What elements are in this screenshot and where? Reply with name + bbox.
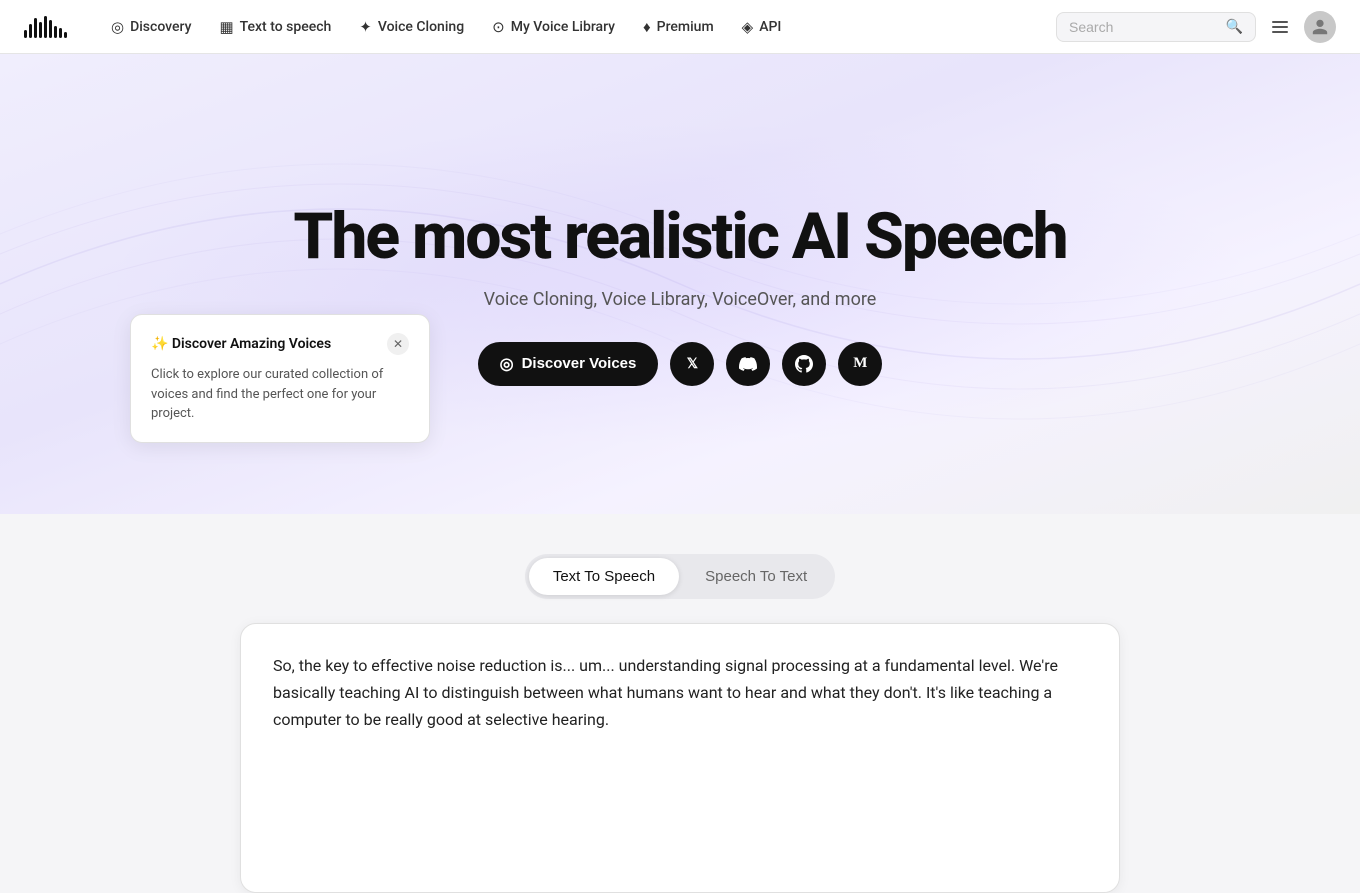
api-icon: ◈ [742,18,754,36]
tts-icon: ▦ [219,18,233,36]
textarea-text[interactable]: So, the key to effective noise reduction… [273,652,1087,734]
voice-cloning-icon: ✦ [359,18,372,36]
nav-item-discovery[interactable]: ◎ Discovery [99,12,203,42]
nav-right: 🔍 [1056,11,1336,43]
navbar: ◎ Discovery ▦ Text to speech ✦ Voice Clo… [0,0,1360,54]
hero-section: The most realistic AI Speech Voice Cloni… [0,54,1360,514]
tab-text-to-speech[interactable]: Text To Speech [529,558,679,595]
medium-button[interactable]: M [838,342,882,386]
twitter-button[interactable]: 𝕏 [670,342,714,386]
nav-item-premium[interactable]: ♦ Premium [631,12,726,42]
tooltip-title: ✨ Discover Amazing Voices [151,336,331,352]
avatar[interactable] [1304,11,1336,43]
nav-item-api[interactable]: ◈ API [730,12,794,42]
hero-title: The most realistic AI Speech [293,202,1066,272]
nav-label-voice-cloning: Voice Cloning [378,19,464,35]
voice-library-icon: ⊙ [492,18,505,36]
discord-button[interactable] [726,342,770,386]
nav-item-text-to-speech[interactable]: ▦ Text to speech [207,12,343,42]
user-icon [1311,18,1329,36]
search-box[interactable]: 🔍 [1056,12,1256,42]
nav-links: ◎ Discovery ▦ Text to speech ✦ Voice Clo… [99,12,1056,42]
twitter-icon: 𝕏 [687,355,698,372]
github-button[interactable] [782,342,826,386]
tooltip-body: Click to explore our curated collection … [151,365,409,424]
github-icon [795,355,813,373]
tooltip-card: ✨ Discover Amazing Voices ✕ Click to exp… [130,314,430,443]
tooltip-close-button[interactable]: ✕ [387,333,409,355]
search-icon: 🔍 [1226,19,1243,35]
search-input[interactable] [1069,19,1218,35]
menu-button[interactable] [1264,11,1296,43]
logo[interactable] [24,16,67,38]
cta-row: ◎ Discover Voices 𝕏 M [478,342,883,386]
nav-label-api: API [759,19,781,35]
hamburger-icon [1272,19,1288,35]
discover-icon: ◎ [500,354,514,374]
bg-decoration [0,54,1360,514]
tooltip-header: ✨ Discover Amazing Voices ✕ [151,333,409,355]
text-area-card: So, the key to effective noise reduction… [240,623,1120,893]
nav-label-voice-library: My Voice Library [511,19,615,35]
nav-label-premium: Premium [657,19,714,35]
nav-item-my-voice-library[interactable]: ⊙ My Voice Library [480,12,627,42]
premium-icon: ♦ [643,18,651,36]
discord-icon [739,355,757,373]
discovery-icon: ◎ [111,18,124,36]
medium-icon: M [853,355,867,372]
logo-icon [24,16,67,38]
hero-subtitle: Voice Cloning, Voice Library, VoiceOver,… [484,289,877,310]
discover-label: Discover Voices [522,355,637,372]
discover-voices-button[interactable]: ◎ Discover Voices [478,342,659,386]
tab-switcher: Text To Speech Speech To Text [525,554,835,599]
tab-speech-to-text[interactable]: Speech To Text [681,558,831,595]
nav-label-tts: Text to speech [240,19,332,35]
nav-label-discovery: Discovery [130,19,191,35]
tts-section: Text To Speech Speech To Text So, the ke… [0,514,1360,893]
nav-item-voice-cloning[interactable]: ✦ Voice Cloning [347,12,476,42]
